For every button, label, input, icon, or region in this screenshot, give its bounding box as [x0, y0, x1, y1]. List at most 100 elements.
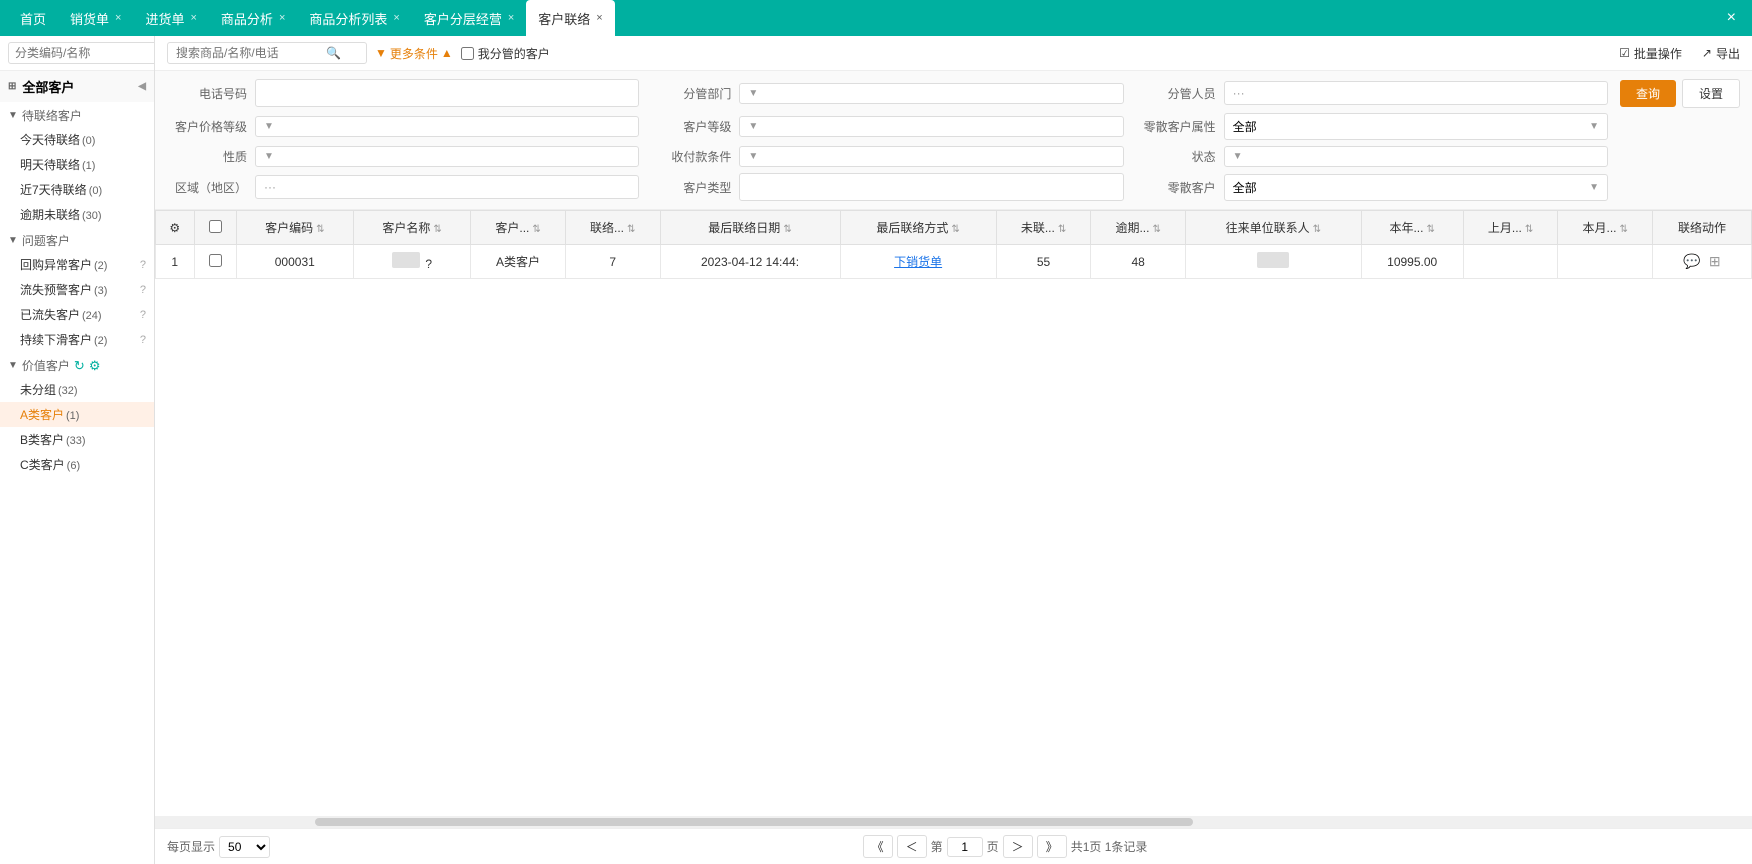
row-type: A类客户: [471, 245, 566, 279]
nav-tab-customer-contact[interactable]: 客户联络 ×: [526, 0, 614, 36]
filter-retail-attr-dropdown[interactable]: 全部 ▼: [1224, 113, 1608, 140]
nav-tab-sales[interactable]: 销货单 ×: [58, 0, 133, 36]
sidebar-item-today[interactable]: 今天待联络(0): [0, 127, 154, 152]
filter-retail-dropdown[interactable]: 全部 ▼: [1224, 174, 1608, 201]
filter-phone-input[interactable]: [255, 79, 639, 107]
row-last-method-link[interactable]: 下销货单: [894, 255, 942, 269]
declining-info-icon[interactable]: ?: [140, 334, 146, 346]
sidebar-item-class-a[interactable]: A类客户(1): [0, 402, 154, 427]
row-checkbox[interactable]: [209, 254, 222, 267]
nav-home-label: 首页: [20, 9, 46, 28]
action-more-icon[interactable]: ⊞: [1709, 253, 1721, 270]
first-page-button[interactable]: 《: [863, 835, 893, 858]
filter-type-input[interactable]: [739, 173, 1123, 201]
filter-nature-dropdown[interactable]: ▼: [255, 146, 639, 167]
filter-payment-dropdown[interactable]: ▼: [739, 146, 1123, 167]
nav-tab-home[interactable]: 首页: [8, 0, 58, 36]
col-contact-sort[interactable]: ⇅: [627, 224, 635, 235]
filter-search-icon[interactable]: 🔍: [326, 46, 341, 60]
sidebar-item-7days[interactable]: 近7天待联络(0): [0, 177, 154, 202]
filter-price-tier-dropdown[interactable]: ▼: [255, 116, 639, 137]
col-settings[interactable]: ⚙: [156, 211, 195, 245]
nav-purchase-label: 进货单: [145, 9, 184, 28]
filter-person-field: 分管人员 ···: [1136, 81, 1608, 105]
batch-operation-button[interactable]: ☑ 批量操作: [1619, 45, 1682, 62]
sidebar-item-declining[interactable]: 持续下滑客户(2) ?: [0, 327, 154, 352]
sidebar-search-input[interactable]: [8, 42, 155, 64]
row-this-month: [1558, 245, 1653, 279]
filter-actions: 查询 设置: [1608, 79, 1740, 108]
sidebar-item-tomorrow[interactable]: 明天待联络(1): [0, 152, 154, 177]
abnormal-info-icon[interactable]: ?: [140, 259, 146, 271]
sidebar-all-customers[interactable]: ⊞ 全部客户 ◀: [0, 71, 154, 102]
select-all-checkbox[interactable]: [209, 220, 222, 233]
col-last-date: 最后联络日期⇅: [660, 211, 840, 245]
pending-group-header[interactable]: ▼ 待联络客户: [0, 102, 154, 127]
col-last-month-sort[interactable]: ⇅: [1525, 224, 1533, 235]
last-page-button[interactable]: 》: [1037, 835, 1067, 858]
filter-more-button[interactable]: ▼ 更多条件 ▲: [375, 45, 453, 62]
warning-info-icon[interactable]: ?: [140, 284, 146, 296]
filter-dept-arrow: ▼: [748, 88, 758, 99]
filter-row-1: 电话号码 分管部门 ▼ 分管人员: [167, 79, 1608, 107]
sidebar-item-class-c[interactable]: C类客户(6): [0, 452, 154, 477]
sidebar-item-overdue[interactable]: 逾期未联络(30): [0, 202, 154, 227]
col-this-month-sort[interactable]: ⇅: [1620, 224, 1628, 235]
sidebar-item-warning[interactable]: 流失预警客户(3) ?: [0, 277, 154, 302]
col-type-sort[interactable]: ⇅: [532, 224, 540, 235]
my-customers-checkbox[interactable]: [461, 47, 474, 60]
col-code-sort[interactable]: ⇅: [316, 224, 324, 235]
nav-sales-close[interactable]: ×: [115, 12, 121, 24]
filter-phone-label: 电话号码: [167, 85, 247, 102]
filter-customer-tier-dropdown[interactable]: ▼: [739, 116, 1123, 137]
col-overdue-sort[interactable]: ⇅: [1152, 224, 1160, 235]
window-close-button[interactable]: ×: [1719, 5, 1744, 31]
action-message-icon[interactable]: 💬: [1683, 253, 1700, 270]
sidebar-item-ungrouped[interactable]: 未分组(32): [0, 377, 154, 402]
horizontal-scrollbar[interactable]: [155, 816, 1752, 828]
sidebar-collapse-icon[interactable]: ◀: [138, 81, 146, 92]
prev-page-button[interactable]: ＜: [897, 835, 927, 858]
col-contact-person-sort[interactable]: ⇅: [1313, 224, 1321, 235]
filter-search-input[interactable]: [176, 46, 326, 60]
filter-dept-dropdown[interactable]: ▼: [739, 83, 1123, 104]
nav-tab-analysis-list[interactable]: 商品分析列表 ×: [297, 0, 411, 36]
table-header-row: ⚙ 客户编码⇅ 客户名称⇅ 客户...⇅ 联络...⇅ 最后联络日期⇅ 最后联络…: [156, 211, 1752, 245]
export-button[interactable]: ↗ 导出: [1702, 45, 1740, 62]
nav-analysis-close[interactable]: ×: [279, 12, 285, 24]
problem-group-header[interactable]: ▼ 问题客户: [0, 227, 154, 252]
col-last-method-sort[interactable]: ⇅: [951, 224, 959, 235]
settings-button[interactable]: 设置: [1682, 79, 1740, 108]
next-page-button[interactable]: ＞: [1003, 835, 1033, 858]
nav-tab-purchase[interactable]: 进货单 ×: [133, 0, 208, 36]
contact-person-placeholder: [1257, 252, 1289, 268]
value-group-header[interactable]: ▼ 价值客户 ↻ ⚙: [0, 352, 154, 377]
filter-status-dropdown[interactable]: ▼: [1224, 146, 1608, 167]
filter-region-input[interactable]: ···: [255, 175, 639, 199]
col-checkbox[interactable]: [194, 211, 236, 245]
nav-customer-contact-label: 客户联络: [538, 9, 590, 28]
value-group-settings-icon[interactable]: ⚙: [89, 358, 101, 374]
col-uncontacted-sort[interactable]: ⇅: [1058, 224, 1066, 235]
filter-row-4: 区域（地区） ··· 客户类型 零散客户: [167, 173, 1608, 201]
page-input[interactable]: [947, 837, 983, 857]
value-group-refresh-icon[interactable]: ↻: [74, 358, 85, 374]
nav-purchase-close[interactable]: ×: [190, 12, 196, 24]
nav-customer-contact-close[interactable]: ×: [596, 12, 602, 24]
query-button[interactable]: 查询: [1620, 80, 1676, 107]
col-name-sort[interactable]: ⇅: [433, 224, 441, 235]
nav-analysis-list-close[interactable]: ×: [393, 12, 399, 24]
per-page-select[interactable]: 20 50 100: [219, 836, 270, 858]
nav-tab-customer-tier[interactable]: 客户分层经营 ×: [412, 0, 526, 36]
nav-customer-tier-close[interactable]: ×: [508, 12, 514, 24]
scrollbar-thumb[interactable]: [315, 818, 1193, 826]
nav-tab-analysis[interactable]: 商品分析 ×: [209, 0, 297, 36]
col-last-date-sort[interactable]: ⇅: [783, 224, 791, 235]
col-this-year-sort[interactable]: ⇅: [1426, 224, 1434, 235]
lost-info-icon[interactable]: ?: [140, 309, 146, 321]
sidebar-item-class-b[interactable]: B类客户(33): [0, 427, 154, 452]
sidebar-item-abnormal[interactable]: 回购异常客户(2) ?: [0, 252, 154, 277]
filter-person-input[interactable]: ···: [1224, 81, 1608, 105]
filter-payment-arrow: ▼: [748, 151, 758, 162]
sidebar-item-lost[interactable]: 已流失客户(24) ?: [0, 302, 154, 327]
